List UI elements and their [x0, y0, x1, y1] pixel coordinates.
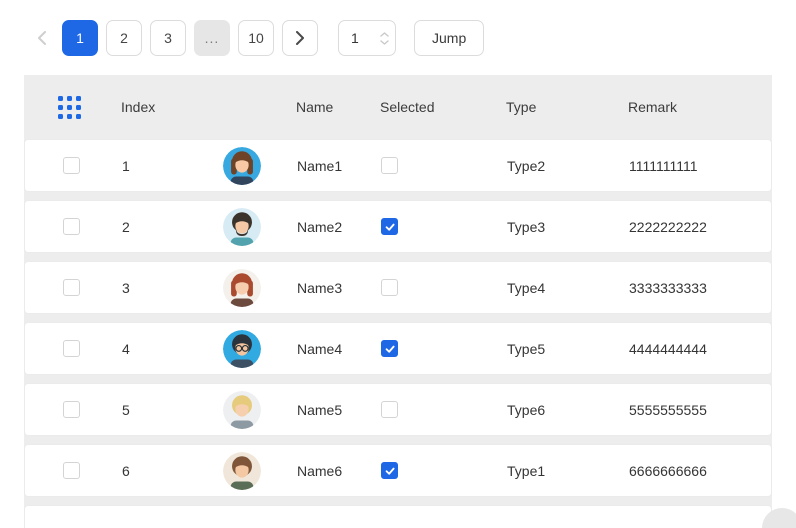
selected-checkbox[interactable] — [381, 279, 398, 296]
remark-cell: 1111111111 — [629, 157, 698, 174]
selected-checkbox[interactable] — [381, 340, 398, 357]
name-cell: Name6 — [297, 462, 343, 479]
pagination: 123...10 Jump — [0, 0, 796, 56]
row-select-checkbox[interactable] — [63, 218, 80, 235]
name-cell: Name5 — [297, 401, 343, 418]
page-ellipsis-button[interactable]: ... — [194, 20, 230, 56]
index-cell: 4 — [122, 340, 130, 357]
check-icon — [385, 467, 395, 475]
page-button-1[interactable]: 1 — [62, 20, 98, 56]
selected-checkbox[interactable] — [381, 157, 398, 174]
remark-cell: 2222222222 — [629, 218, 707, 235]
table-row: 3 Name3 Type4 3333333333 — [24, 261, 772, 314]
selected-checkbox[interactable] — [381, 401, 398, 418]
page-button-3[interactable]: 3 — [150, 20, 186, 56]
name-cell: Name3 — [297, 279, 343, 296]
table-row: 5 Name5 Type6 5555555555 — [24, 383, 772, 436]
column-header-avatar — [214, 75, 276, 139]
name-cell: Name2 — [297, 218, 343, 235]
column-header-index: Index — [121, 99, 156, 115]
avatar — [223, 207, 261, 246]
row-select-checkbox[interactable] — [63, 340, 80, 357]
type-cell: Type3 — [507, 218, 546, 235]
grid-menu-icon[interactable] — [58, 95, 81, 119]
remark-cell: 3333333333 — [629, 279, 707, 296]
page-buttons: 1 2 3... 10 — [62, 20, 274, 56]
avatar — [223, 390, 261, 429]
check-icon — [385, 345, 395, 353]
avatar — [223, 451, 261, 490]
row-select-checkbox[interactable] — [63, 462, 80, 479]
stepper-down-icon[interactable] — [380, 39, 389, 45]
row-select-checkbox[interactable] — [63, 401, 80, 418]
remark-cell: 4444444444 — [629, 340, 707, 357]
column-header-remark: Remark — [628, 99, 678, 115]
column-header-selected: Selected — [380, 99, 435, 115]
name-cell: Name1 — [297, 157, 343, 174]
row-select-checkbox[interactable] — [63, 279, 80, 296]
data-table: Index Name Selected Type Remark 1 Name1 Ty… — [24, 75, 772, 528]
avatar — [223, 146, 261, 185]
table-body: 1 Name1 Type2 1111111111 2 Name2 Type3 22222222… — [24, 139, 772, 528]
selected-checkbox[interactable] — [381, 462, 398, 479]
page-jump-input[interactable] — [343, 30, 369, 46]
table-row: 2 Name2 Type3 2222222222 — [24, 200, 772, 253]
index-cell: 2 — [122, 218, 130, 235]
type-cell: Type6 — [507, 401, 546, 418]
avatar — [223, 329, 261, 368]
table-header: Index Name Selected Type Remark — [24, 75, 772, 139]
table-row-partial — [24, 505, 772, 528]
chevron-right-icon — [296, 31, 304, 45]
index-cell: 6 — [122, 462, 130, 479]
type-cell: Type1 — [507, 462, 546, 479]
page-button-10[interactable]: 10 — [238, 20, 274, 56]
number-stepper — [380, 31, 389, 45]
avatar — [223, 268, 261, 307]
table-row: 4 Name4 Type5 4444444444 — [24, 322, 772, 375]
remark-cell: 6666666666 — [629, 462, 707, 479]
page-jump-input-wrapper — [338, 20, 396, 56]
index-cell: 5 — [122, 401, 130, 418]
chevron-left-icon — [38, 31, 46, 45]
index-cell: 1 — [122, 157, 130, 174]
jump-button[interactable]: Jump — [414, 20, 485, 56]
check-icon — [385, 223, 395, 231]
type-cell: Type2 — [507, 157, 546, 174]
index-cell: 3 — [122, 279, 130, 296]
stepper-up-icon[interactable] — [380, 31, 389, 37]
name-cell: Name4 — [297, 340, 343, 357]
type-cell: Type5 — [507, 340, 546, 357]
type-cell: Type4 — [507, 279, 546, 296]
table-row: 1 Name1 Type2 1111111111 — [24, 139, 772, 192]
column-header-type: Type — [506, 99, 537, 115]
row-select-checkbox[interactable] — [63, 157, 80, 174]
prev-page-button[interactable] — [30, 20, 54, 56]
page-button-2[interactable]: 2 — [106, 20, 142, 56]
next-page-button[interactable] — [282, 20, 318, 56]
selected-checkbox[interactable] — [381, 218, 398, 235]
remark-cell: 5555555555 — [629, 401, 707, 418]
column-header-name: Name — [296, 99, 334, 115]
table-row: 6 Name6 Type1 6666666666 — [24, 444, 772, 497]
